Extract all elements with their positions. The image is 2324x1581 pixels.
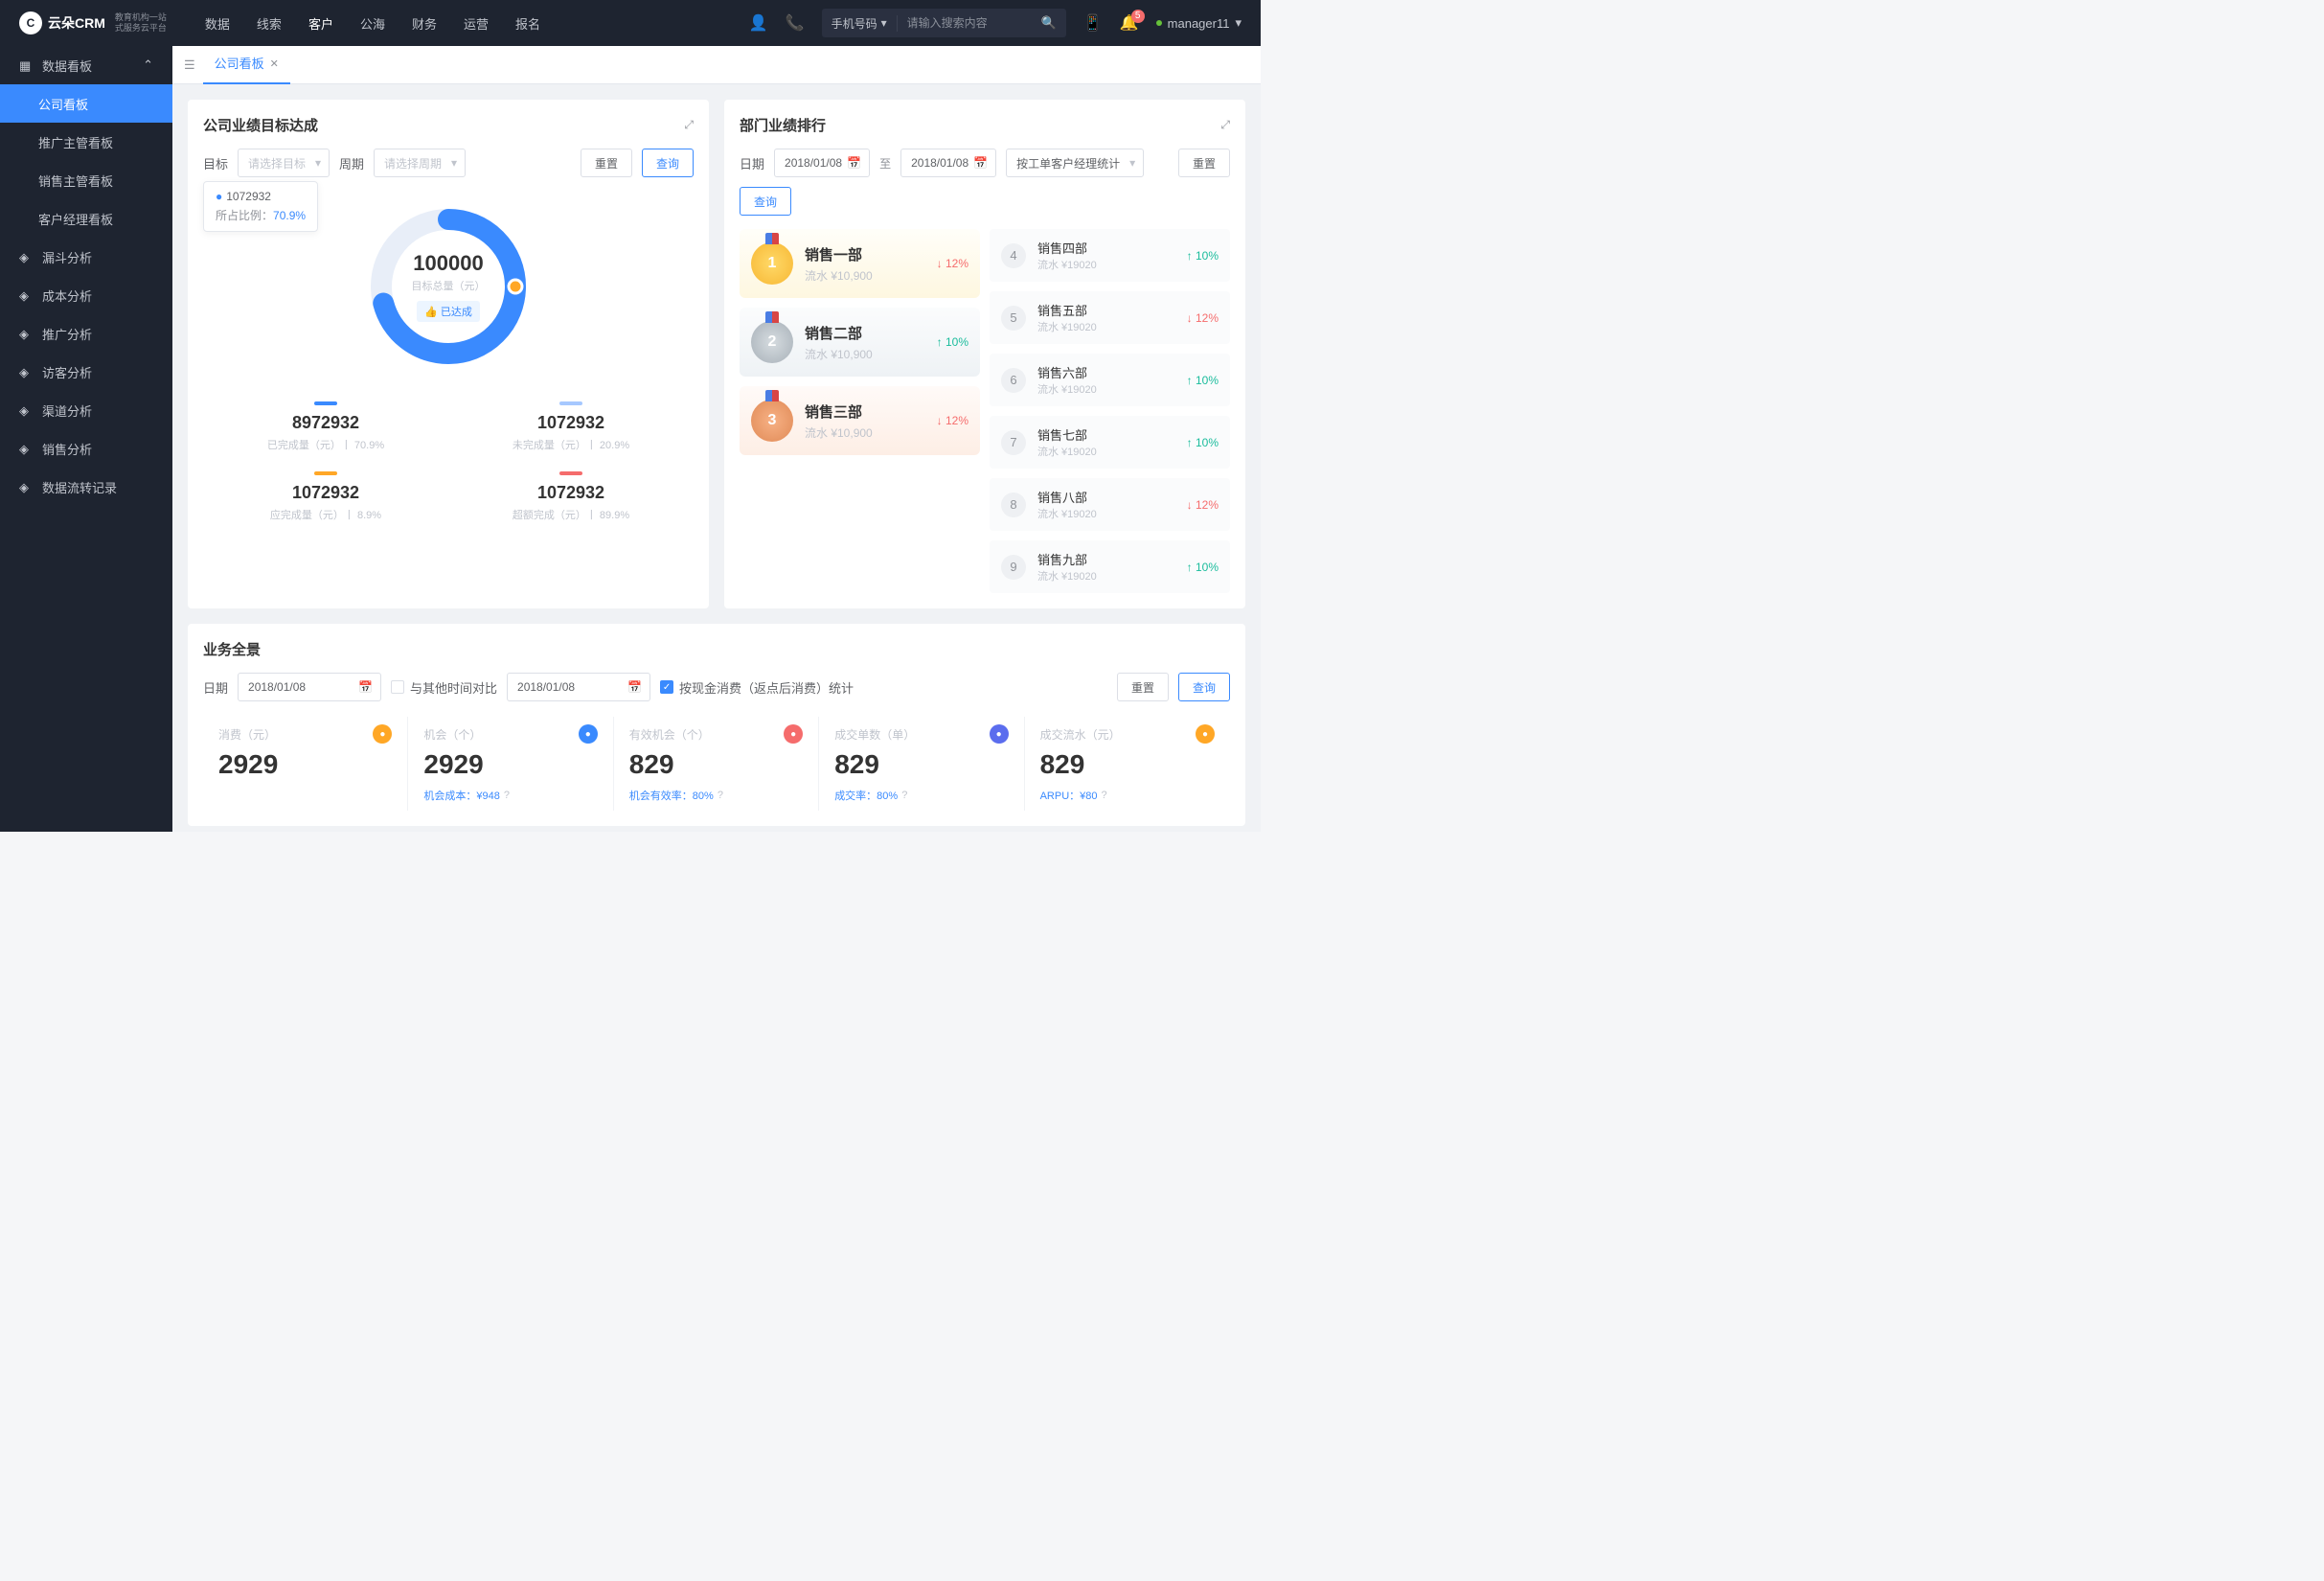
search-button[interactable]: 🔍 [1032, 15, 1066, 31]
query-button[interactable]: 查询 [740, 187, 791, 216]
nav-item[interactable]: 报名 [515, 14, 540, 33]
main: ☰ 公司看板 ✕ 公司业绩目标达成 ⤢ 目标 请选择目标 周期 [172, 46, 1261, 832]
kpi-item: 有效机会（个）●829机会有效率：80% ? [614, 717, 819, 811]
chevron-down-icon: ▾ [1235, 15, 1242, 31]
close-icon[interactable]: ✕ [270, 46, 279, 83]
help-icon: ? [504, 790, 510, 801]
expand-icon[interactable]: ⤢ [684, 118, 694, 132]
top-nav: 数据 线索 客户 公海 财务 运营 报名 [205, 14, 540, 33]
date-from[interactable]: 2018/01/08📅 [774, 149, 870, 177]
stat-item: 8972932已完成量（元）丨 70.9% [203, 392, 448, 462]
nav-item[interactable]: 财务 [412, 14, 437, 33]
search-type-select[interactable]: 手机号码 ▾ [822, 15, 898, 32]
sidebar-item[interactable]: 销售主管看板 [0, 161, 172, 199]
reset-button[interactable]: 重置 [1117, 673, 1169, 701]
kpi-item: 成交单数（单）●829成交率：80% ? [819, 717, 1024, 811]
help-icon: ? [718, 790, 723, 801]
reset-button[interactable]: 重置 [1178, 149, 1230, 177]
sidebar-item[interactable]: ◈成本分析 [0, 276, 172, 314]
status-dot [1156, 20, 1162, 26]
tab-company-board[interactable]: 公司看板 ✕ [203, 46, 290, 84]
nav-item[interactable]: 运营 [464, 14, 489, 33]
bell-icon[interactable]: 🔔5 [1120, 13, 1139, 33]
kpi-item: 成交流水（元）●829ARPU：¥80 ? [1025, 717, 1230, 811]
rank-list-item: 6销售六部流水 ¥19020↑ 10% [990, 354, 1230, 406]
rank-list-item: 4销售四部流水 ¥19020↑ 10% [990, 229, 1230, 282]
card-title: 公司业绩目标达成 [203, 115, 318, 135]
user-icon[interactable]: 👤 [749, 13, 768, 33]
logo-mark: C [19, 11, 42, 34]
sidebar-item[interactable]: ◈访客分析 [0, 353, 172, 391]
nav-item[interactable]: 线索 [257, 14, 282, 33]
stat-item: 1072932超额完成（元）丨 89.9% [448, 462, 694, 532]
cash-checkbox[interactable]: 按现金消费（返点后消费）统计 [660, 678, 854, 697]
user-menu[interactable]: manager11 ▾ [1156, 15, 1242, 31]
phone-icon[interactable]: 📞 [786, 13, 805, 33]
query-button[interactable]: 查询 [642, 149, 694, 177]
help-icon: ? [1102, 790, 1107, 801]
sidebar-item[interactable]: ◈数据流转记录 [0, 468, 172, 506]
card-rank: 部门业绩排行 ⤢ 日期 2018/01/08📅 至 2018/01/08📅 按工… [724, 100, 1245, 608]
date-input[interactable]: 2018/01/08📅 [238, 673, 381, 701]
donut-chart: 100000 目标总量（元） 👍已达成 [362, 200, 535, 373]
calendar-icon: 📅 [358, 680, 373, 694]
kpi-item: 消费（元）●2929 [203, 717, 408, 811]
stat-item: 1072932应完成量（元）丨 8.9% [203, 462, 448, 532]
reset-button[interactable]: 重置 [581, 149, 632, 177]
topbar: C 云朵CRM 教育机构一站式服务云平台 数据线索客户公海财务运营报名 👤 📞 … [0, 0, 1261, 46]
rank-list-item: 5销售五部流水 ¥19020↓ 12% [990, 291, 1230, 344]
tabs: ☰ 公司看板 ✕ [172, 46, 1261, 84]
calendar-icon: 📅 [627, 680, 642, 694]
query-button[interactable]: 查询 [1178, 673, 1230, 701]
sidebar-item[interactable]: ◈销售分析 [0, 429, 172, 468]
sidebar-item[interactable]: ▦数据看板⌃ [0, 46, 172, 84]
nav-item[interactable]: 客户 [308, 14, 333, 33]
logo: C 云朵CRM 教育机构一站式服务云平台 [19, 11, 167, 34]
rank-list-item: 7销售七部流水 ¥19020↑ 10% [990, 416, 1230, 469]
date-compare-input[interactable]: 2018/01/08📅 [507, 673, 650, 701]
calendar-icon: 📅 [847, 156, 861, 170]
help-icon: ? [901, 790, 907, 801]
stat-item: 1072932未完成量（元）丨 20.9% [448, 392, 694, 462]
rank-top-item: 2销售二部流水 ¥10,900↑ 10% [740, 308, 980, 377]
target-select[interactable]: 请选择目标 [238, 149, 330, 177]
sidebar-toggle-icon[interactable]: ☰ [184, 57, 195, 73]
nav-item[interactable]: 数据 [205, 14, 230, 33]
period-select[interactable]: 请选择周期 [374, 149, 466, 177]
sidebar-item[interactable]: 推广主管看板 [0, 123, 172, 161]
nav-item[interactable]: 公海 [360, 14, 385, 33]
sidebar-item[interactable]: 客户经理看板 [0, 199, 172, 238]
sidebar-item[interactable]: ◈推广分析 [0, 314, 172, 353]
date-to[interactable]: 2018/01/08📅 [900, 149, 996, 177]
rank-top-item: 1销售一部流水 ¥10,900↓ 12% [740, 229, 980, 298]
card-title: 业务全景 [203, 639, 261, 659]
compare-checkbox[interactable]: 与其他时间对比 [391, 678, 497, 697]
calendar-icon: 📅 [973, 156, 988, 170]
sidebar-item[interactable]: ◈渠道分析 [0, 391, 172, 429]
search-input[interactable] [898, 9, 1032, 37]
chart-tooltip: ●1072932 所占比例：70.9% [203, 181, 318, 232]
kpi-item: 机会（个）●2929机会成本：¥948 ? [408, 717, 613, 811]
card-title: 部门业绩排行 [740, 115, 826, 135]
mobile-icon[interactable]: 📱 [1083, 13, 1103, 33]
done-tag: 👍已达成 [417, 301, 480, 322]
sidebar-item[interactable]: 公司看板 [0, 84, 172, 123]
sidebar: ▦数据看板⌃公司看板推广主管看板销售主管看板客户经理看板◈漏斗分析◈成本分析◈推… [0, 46, 172, 832]
search: 手机号码 ▾ 🔍 [822, 9, 1066, 37]
thumb-icon: 👍 [424, 306, 438, 318]
card-overview: 业务全景 日期 2018/01/08📅 与其他时间对比 2018/01/08📅 … [188, 624, 1245, 826]
card-goal: 公司业绩目标达成 ⤢ 目标 请选择目标 周期 请选择周期 重置 查询 ●1072… [188, 100, 709, 608]
sidebar-item[interactable]: ◈漏斗分析 [0, 238, 172, 276]
stat-type-select[interactable]: 按工单客户经理统计 [1006, 149, 1144, 177]
rank-list-item: 8销售八部流水 ¥19020↓ 12% [990, 478, 1230, 531]
rank-list-item: 9销售九部流水 ¥19020↑ 10% [990, 540, 1230, 593]
notif-badge: 5 [1131, 10, 1145, 23]
expand-icon[interactable]: ⤢ [1220, 118, 1230, 132]
logo-brand: 云朵CRM [48, 13, 105, 33]
rank-top-item: 3销售三部流水 ¥10,900↓ 12% [740, 386, 980, 455]
